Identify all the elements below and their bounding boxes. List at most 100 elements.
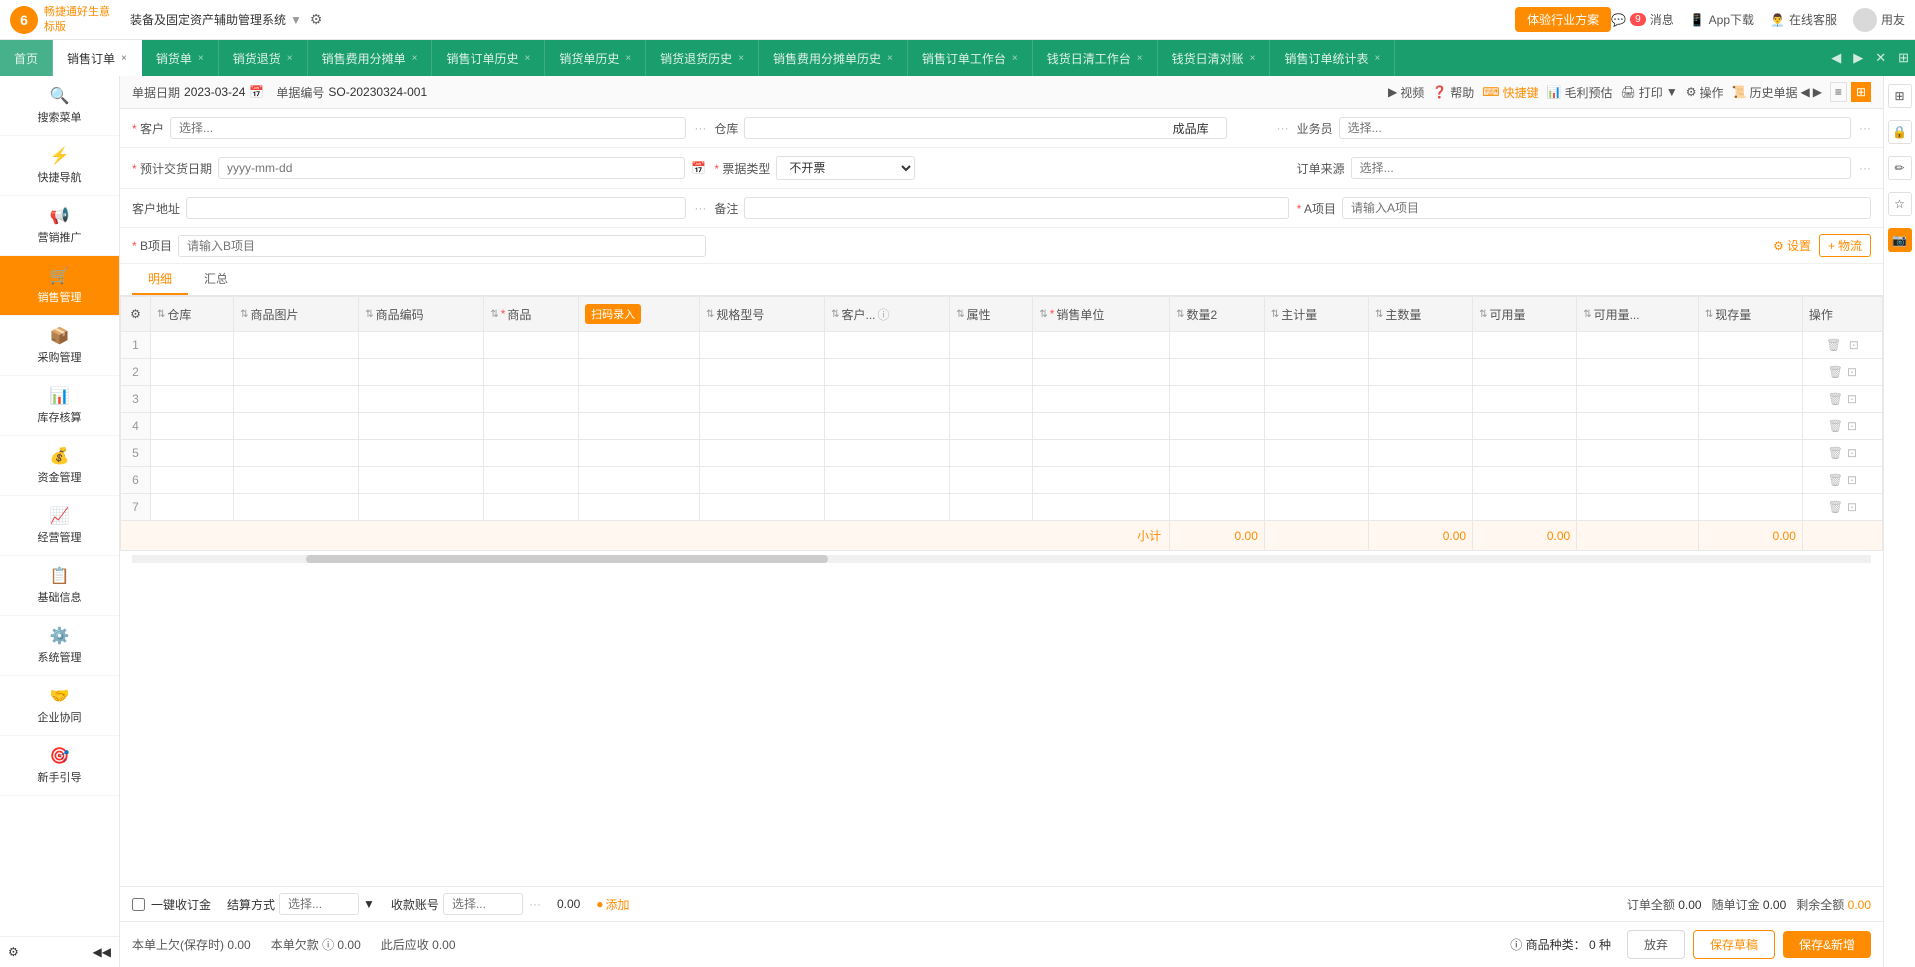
sidebar-item-basic-info[interactable]: 📋 基础信息: [0, 556, 119, 616]
copy-row-icon[interactable]: ⊡: [1847, 446, 1857, 460]
copy-row-icon[interactable]: ⊡: [1847, 500, 1857, 514]
delete-row-icon[interactable]: 🗑: [1828, 392, 1843, 406]
close-tab-icon[interactable]: ×: [524, 53, 530, 64]
close-tab-icon[interactable]: ×: [738, 53, 744, 64]
delete-row-icon[interactable]: 🗑: [1828, 446, 1843, 460]
close-tab-icon[interactable]: ×: [625, 53, 631, 64]
add-payment-btn[interactable]: ● 添加: [596, 896, 629, 913]
sidebar-item-operations[interactable]: 📈 经营管理: [0, 496, 119, 556]
salesperson-more-icon[interactable]: ···: [1859, 121, 1871, 135]
app-download-btn[interactable]: 📱 App下载: [1690, 11, 1754, 28]
copy-row-icon[interactable]: ⊡: [1847, 419, 1857, 433]
sidebar-item-inventory[interactable]: 📊 库存核算: [0, 376, 119, 436]
sidebar-collapse-icon[interactable]: ◀◀: [93, 945, 111, 959]
tab-daily-reconcile[interactable]: 钱货日清对账 ×: [1158, 40, 1271, 76]
delete-row-icon[interactable]: 🗑: [1828, 365, 1843, 379]
system-dropdown-arrow[interactable]: ▼: [290, 13, 302, 27]
delivery-date-icon[interactable]: 📅: [691, 161, 706, 175]
settings-icon[interactable]: ⚙: [310, 11, 323, 28]
close-tab-icon[interactable]: ×: [121, 53, 127, 64]
delete-row-icon[interactable]: 🗑: [1826, 338, 1841, 352]
addr-more-icon[interactable]: ···: [694, 201, 706, 215]
tab-detail[interactable]: 明细: [132, 264, 188, 295]
profit-btn[interactable]: 📊 毛利预估: [1547, 84, 1613, 101]
tab-sales-order-history[interactable]: 销售订单历史 ×: [432, 40, 545, 76]
save-new-btn[interactable]: 保存&新增: [1783, 931, 1871, 958]
customer-addr-input[interactable]: [186, 197, 686, 219]
order-source-more-icon[interactable]: ···: [1859, 161, 1871, 175]
help-btn[interactable]: ❓ 帮助: [1432, 84, 1474, 101]
sidebar-settings-icon[interactable]: ⚙: [8, 945, 19, 959]
b-project-input[interactable]: [178, 235, 706, 257]
tab-summary[interactable]: 汇总: [188, 264, 244, 295]
operate-btn[interactable]: ⚙ 操作: [1686, 84, 1724, 101]
account-more-icon[interactable]: ···: [529, 897, 541, 911]
sidebar-item-finance[interactable]: 💰 资金管理: [0, 436, 119, 496]
copy-row-icon[interactable]: ⊡: [1847, 473, 1857, 487]
order-source-input[interactable]: [1351, 157, 1851, 179]
warehouse-input[interactable]: [744, 117, 1226, 139]
close-tab-icon[interactable]: ×: [198, 53, 204, 64]
invoice-type-select[interactable]: 不开票 增值税普通发票 增值税专用发票: [776, 156, 915, 180]
tab-close-all-btn[interactable]: ✕: [1869, 50, 1892, 66]
warehouse-more-icon[interactable]: ···: [1277, 121, 1289, 135]
date-picker-icon[interactable]: 📅: [249, 85, 264, 99]
copy-row-icon[interactable]: ⊡: [1847, 392, 1857, 406]
save-draft-btn[interactable]: 保存草稿: [1693, 930, 1775, 959]
one-click-deposit-checkbox[interactable]: [132, 898, 145, 911]
sidebar-item-search[interactable]: 🔍 搜索菜单: [0, 76, 119, 136]
shortcut-btn[interactable]: ⌨ 快捷键: [1482, 84, 1538, 101]
tab-return-history[interactable]: 销货退货历史 ×: [646, 40, 759, 76]
tab-menu-btn[interactable]: ⊞: [1892, 50, 1915, 66]
view-btn[interactable]: ▶ 视频: [1388, 84, 1424, 101]
tab-daily-workbench[interactable]: 钱货日清工作台 ×: [1033, 40, 1158, 76]
tab-prev-btn[interactable]: ◀: [1825, 50, 1847, 66]
delete-row-icon[interactable]: 🗑: [1828, 500, 1843, 514]
discard-btn[interactable]: 放弃: [1627, 930, 1685, 959]
sidebar-item-quick-nav[interactable]: ⚡ 快捷导航: [0, 136, 119, 196]
right-panel-star-icon[interactable]: ☆: [1888, 192, 1912, 216]
sidebar-item-enterprise[interactable]: 🤝 企业协同: [0, 676, 119, 736]
tab-home[interactable]: 首页: [0, 40, 53, 76]
grid-view-icon[interactable]: ⊞: [1851, 82, 1871, 102]
sidebar-item-guide[interactable]: 🎯 新手引导: [0, 736, 119, 796]
tab-sales-expense[interactable]: 销售费用分摊单 ×: [308, 40, 433, 76]
tab-invoice-history[interactable]: 销货单历史 ×: [545, 40, 646, 76]
tab-next-btn[interactable]: ▶: [1847, 50, 1869, 66]
delivery-date-input[interactable]: [218, 157, 685, 179]
remark-input[interactable]: [744, 197, 1288, 219]
sidebar-item-sales[interactable]: 🛒 销售管理: [0, 256, 119, 316]
payment-method-input[interactable]: [279, 893, 359, 915]
tab-order-workbench[interactable]: 销售订单工作台 ×: [908, 40, 1033, 76]
table-scrollbar[interactable]: [132, 555, 1871, 563]
close-tab-icon[interactable]: ×: [1374, 53, 1380, 64]
salesperson-input[interactable]: [1339, 117, 1851, 139]
scrollbar-thumb[interactable]: [306, 555, 828, 563]
right-panel-camera-icon[interactable]: 📷: [1888, 228, 1912, 252]
close-tab-icon[interactable]: ×: [1012, 53, 1018, 64]
sidebar-item-purchase[interactable]: 📦 采购管理: [0, 316, 119, 376]
copy-row-icon[interactable]: ⊡: [1847, 365, 1857, 379]
tab-order-stats[interactable]: 销售订单统计表 ×: [1270, 40, 1395, 76]
delete-row-icon[interactable]: 🗑: [1828, 419, 1843, 433]
tab-sales-order[interactable]: 销售订单 ×: [53, 40, 142, 76]
history-btn[interactable]: 📜 历史单据 ◀ ▶: [1731, 84, 1821, 101]
list-view-icon[interactable]: ≡: [1830, 82, 1847, 102]
online-support-btn[interactable]: 👨‍💼 在线客服: [1770, 11, 1837, 28]
tab-sales-invoice[interactable]: 销货单 ×: [142, 40, 219, 76]
close-tab-icon[interactable]: ×: [1250, 53, 1256, 64]
message-btn[interactable]: 💬 9 消息: [1611, 11, 1674, 28]
right-panel-edit-icon[interactable]: ✏: [1888, 156, 1912, 180]
tab-expense-history[interactable]: 销售费用分摊单历史 ×: [759, 40, 908, 76]
payment-dropdown-icon[interactable]: ▼: [363, 897, 375, 911]
close-tab-icon[interactable]: ×: [287, 53, 293, 64]
copy-row-icon[interactable]: ⊡: [1849, 338, 1859, 352]
delete-row-icon[interactable]: 🗑: [1828, 473, 1843, 487]
print-btn[interactable]: 🖨 打印 ▼: [1621, 84, 1678, 101]
add-logistics-btn[interactable]: + 物流: [1819, 234, 1871, 257]
user-btn[interactable]: 用友: [1853, 8, 1905, 32]
right-panel-lock-icon[interactable]: 🔒: [1888, 120, 1912, 144]
close-tab-icon[interactable]: ×: [1137, 53, 1143, 64]
form-settings-btn[interactable]: ⚙ 设置: [1773, 234, 1811, 257]
industry-btn[interactable]: 体验行业方案: [1515, 7, 1611, 32]
